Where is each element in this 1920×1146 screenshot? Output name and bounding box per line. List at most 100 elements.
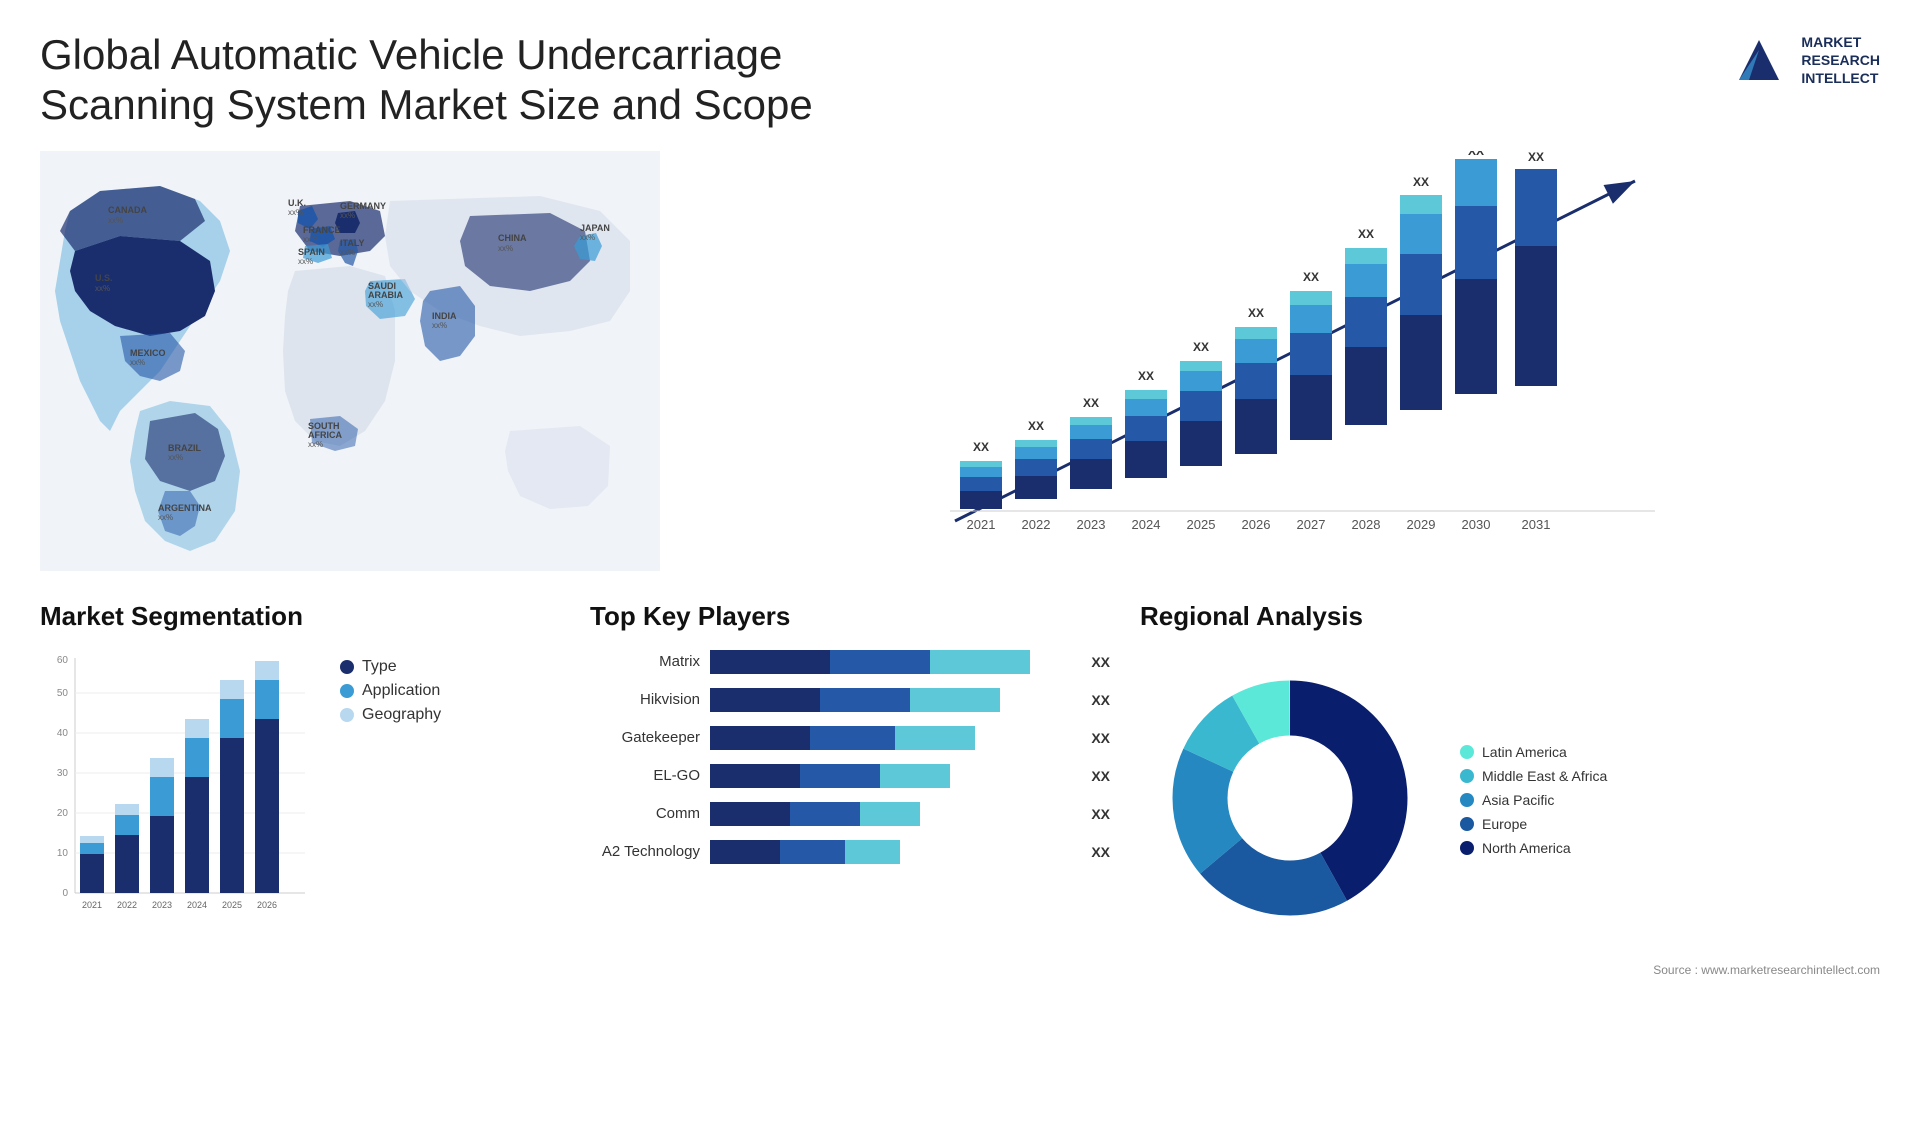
source-text: Source : www.marketresearchintellect.com: [1140, 963, 1880, 977]
app-label: Application: [362, 682, 440, 700]
donut-svg-wrap: [1140, 648, 1440, 953]
svg-text:ARGENTINA: ARGENTINA: [158, 503, 212, 513]
svg-text:SPAIN: SPAIN: [298, 247, 325, 257]
svg-text:2023: 2023: [1077, 517, 1106, 532]
player-name-elgo: EL-GO: [590, 767, 700, 784]
player-name-comm: Comm: [590, 805, 700, 822]
svg-text:XX: XX: [1028, 419, 1044, 433]
svg-text:XX: XX: [1083, 396, 1099, 410]
svg-text:2025: 2025: [222, 900, 242, 910]
geo-label: Geography: [362, 706, 441, 724]
player-bar-comm: [710, 800, 1073, 828]
player-row-a2tech: A2 Technology XX: [590, 838, 1110, 866]
page-container: Global Automatic Vehicle Undercarriage S…: [0, 0, 1920, 1146]
svg-text:2022: 2022: [117, 900, 137, 910]
latin-label: Latin America: [1482, 744, 1567, 760]
svg-text:XX: XX: [1248, 306, 1264, 320]
donut-wrap: Latin America Middle East & Africa Asia …: [1140, 648, 1880, 953]
legend-mea: Middle East & Africa: [1460, 768, 1607, 784]
seg-svg: 0 10 20 30 40 50 60: [40, 648, 320, 928]
svg-text:XX: XX: [1468, 151, 1484, 158]
svg-text:XX: XX: [1528, 151, 1544, 164]
svg-text:xx%: xx%: [580, 233, 595, 242]
type-label: Type: [362, 658, 397, 676]
svg-text:xx%: xx%: [108, 216, 123, 225]
svg-text:AFRICA: AFRICA: [308, 430, 342, 440]
mea-dot: [1460, 769, 1474, 783]
player-bar-hikvision: [710, 686, 1073, 714]
player-name-a2tech: A2 Technology: [590, 843, 700, 860]
top-section: CANADA xx% U.S. xx% MEXICO xx% BRAZIL xx…: [40, 151, 1880, 571]
svg-text:xx%: xx%: [308, 440, 323, 449]
player-bar-gatekeeper: [710, 724, 1073, 752]
logo-text: MARKETRESEARCHINTELLECT: [1801, 33, 1880, 88]
growth-chart: XX XX XX XX: [690, 151, 1880, 571]
map-svg: CANADA xx% U.S. xx% MEXICO xx% BRAZIL xx…: [40, 151, 660, 571]
players-list: Matrix XX Hikvision: [590, 648, 1110, 866]
svg-text:JAPAN: JAPAN: [580, 223, 610, 233]
svg-text:2024: 2024: [187, 900, 207, 910]
svg-text:10: 10: [57, 848, 69, 859]
regional-title: Regional Analysis: [1140, 601, 1880, 632]
svg-text:xx%: xx%: [130, 358, 145, 367]
svg-text:XX: XX: [973, 440, 989, 454]
segmentation-section: Market Segmentation 0 10 20 30 40 50: [40, 601, 560, 977]
europe-label: Europe: [1482, 816, 1527, 832]
key-players-title: Top Key Players: [590, 601, 1110, 632]
svg-text:50: 50: [57, 688, 69, 699]
player-name-matrix: Matrix: [590, 653, 700, 670]
svg-text:xx%: xx%: [303, 235, 318, 244]
player-val-elgo: XX: [1091, 768, 1110, 784]
svg-text:60: 60: [57, 655, 69, 666]
bottom-section: Market Segmentation 0 10 20 30 40 50: [40, 601, 1880, 977]
player-name-hikvision: Hikvision: [590, 691, 700, 708]
svg-text:2022: 2022: [1022, 517, 1051, 532]
header: Global Automatic Vehicle Undercarriage S…: [40, 30, 1880, 131]
latin-dot: [1460, 745, 1474, 759]
player-row-hikvision: Hikvision XX: [590, 686, 1110, 714]
svg-text:2026: 2026: [257, 900, 277, 910]
player-bar-matrix: [710, 648, 1073, 676]
segmentation-title: Market Segmentation: [40, 601, 560, 632]
key-players-section: Top Key Players Matrix XX: [590, 601, 1110, 977]
svg-text:xx%: xx%: [498, 244, 513, 253]
player-row-matrix: Matrix XX: [590, 648, 1110, 676]
apac-label: Asia Pacific: [1482, 792, 1554, 808]
player-val-matrix: XX: [1091, 654, 1110, 670]
svg-text:2023: 2023: [152, 900, 172, 910]
svg-text:2024: 2024: [1132, 517, 1161, 532]
player-val-hikvision: XX: [1091, 692, 1110, 708]
svg-text:2031: 2031: [1522, 517, 1551, 532]
svg-text:ARABIA: ARABIA: [368, 290, 403, 300]
legend-na: North America: [1460, 840, 1607, 856]
player-row-elgo: EL-GO XX: [590, 762, 1110, 790]
svg-text:xx%: xx%: [368, 300, 383, 309]
donut-legend: Latin America Middle East & Africa Asia …: [1460, 744, 1607, 856]
legend-apac: Asia Pacific: [1460, 792, 1607, 808]
svg-text:U.K.: U.K.: [288, 198, 306, 208]
player-val-gatekeeper: XX: [1091, 730, 1110, 746]
mea-label: Middle East & Africa: [1482, 768, 1607, 784]
player-row-gatekeeper: Gatekeeper XX: [590, 724, 1110, 752]
svg-text:XX: XX: [1413, 175, 1429, 189]
svg-text:30: 30: [57, 768, 69, 779]
logo-area: MARKETRESEARCHINTELLECT: [1729, 30, 1880, 90]
player-bar-elgo: [710, 762, 1073, 790]
svg-text:GERMANY: GERMANY: [340, 201, 386, 211]
legend-europe: Europe: [1460, 816, 1607, 832]
seg-legend-app: Application: [340, 682, 441, 700]
legend-latin: Latin America: [1460, 744, 1607, 760]
svg-text:MEXICO: MEXICO: [130, 348, 166, 358]
svg-text:2027: 2027: [1297, 517, 1326, 532]
player-bar-a2tech: [710, 838, 1073, 866]
svg-text:xx%: xx%: [95, 284, 110, 293]
geo-dot: [340, 708, 354, 722]
type-dot: [340, 660, 354, 674]
logo-icon: [1729, 30, 1789, 90]
europe-dot: [1460, 817, 1474, 831]
svg-text:2021: 2021: [82, 900, 102, 910]
svg-text:xx%: xx%: [432, 321, 447, 330]
svg-text:xx%: xx%: [168, 453, 183, 462]
na-dot: [1460, 841, 1474, 855]
svg-text:2030: 2030: [1462, 517, 1491, 532]
